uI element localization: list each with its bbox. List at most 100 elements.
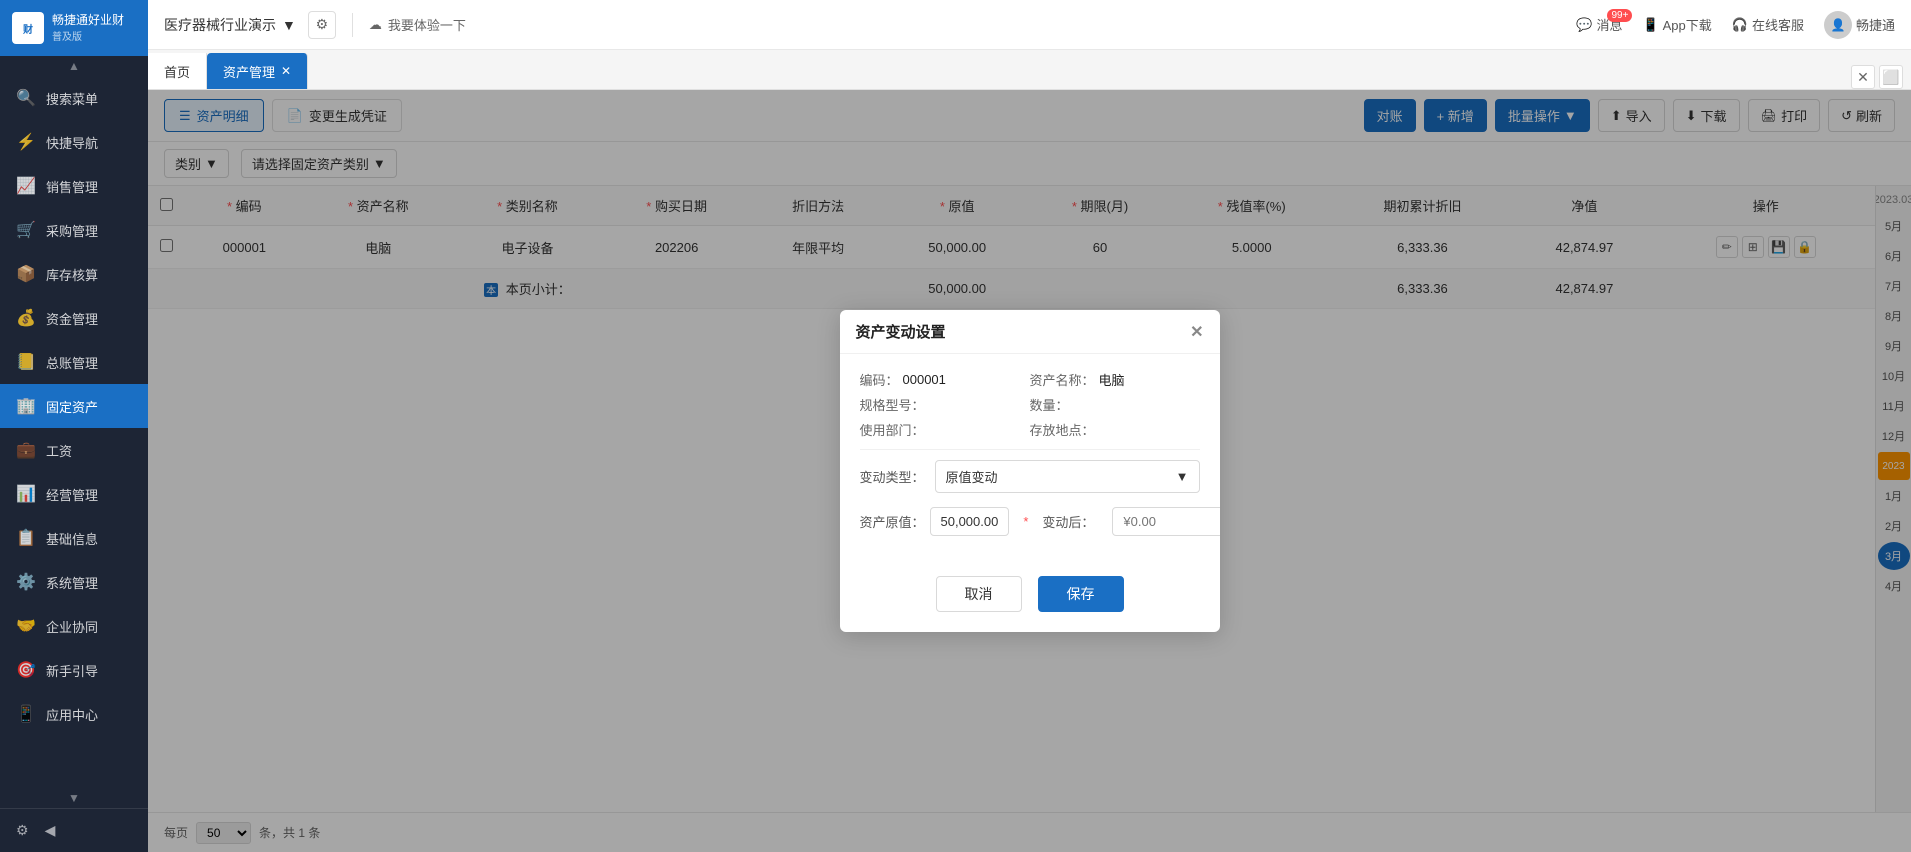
cancel-label: 取消 <box>965 586 993 602</box>
sidebar-item-guide[interactable]: 🎯 新手引导 <box>0 648 148 692</box>
tab-close-icon[interactable]: ✕ <box>281 64 291 78</box>
guide-icon: 🎯 <box>16 660 36 680</box>
sidebar-item-label: 企业协同 <box>46 617 98 636</box>
dialog-code-value: 000001 <box>903 372 946 387</box>
sidebar-item-collab[interactable]: 🤝 企业协同 <box>0 604 148 648</box>
tab-home-label: 首页 <box>164 62 190 81</box>
dialog-change-type-input[interactable]: 原值变动 ▼ <box>935 460 1200 493</box>
sidebar-item-label: 应用中心 <box>46 705 98 724</box>
dialog-code-label: 编码： <box>860 370 899 389</box>
customer-service-button[interactable]: 🎧 在线客服 <box>1732 15 1804 34</box>
dialog-asset-name-value: 电脑 <box>1099 370 1125 389</box>
gear-icon: ⚙ <box>316 16 329 33</box>
dialog-code-cell: 编码： 000001 <box>860 370 1030 389</box>
sales-icon: 📈 <box>16 176 36 196</box>
tab-home[interactable]: 首页 <box>148 53 207 89</box>
dialog-dept-label: 使用部门： <box>860 420 925 439</box>
sidebar-item-ops[interactable]: 📊 经营管理 <box>0 472 148 516</box>
scroll-down-arrow[interactable]: ▼ <box>0 788 148 808</box>
tabbar-actions: ✕ ⬜ <box>1851 65 1911 89</box>
dialog-change-type-label: 变动类型： <box>860 467 925 486</box>
sidebar-item-label: 新手引导 <box>46 661 98 680</box>
dialog-close-button[interactable]: ✕ <box>1190 322 1203 342</box>
collapse-icon[interactable]: ◀ <box>45 822 56 839</box>
sidebar-item-label: 资金管理 <box>46 309 98 328</box>
purchase-icon: 🛒 <box>16 220 36 240</box>
ledger-icon: 📒 <box>16 352 36 372</box>
sidebar-item-label: 基础信息 <box>46 529 98 548</box>
dialog-footer: 取消 保存 <box>840 566 1220 632</box>
quick-icon: ⚡ <box>16 132 36 152</box>
company-name: 医疗器械行业演示 <box>164 15 276 35</box>
save-label: 保存 <box>1067 586 1095 602</box>
sidebar-item-quick[interactable]: ⚡ 快捷导航 <box>0 120 148 164</box>
system-icon: ⚙️ <box>16 572 36 592</box>
dialog-after-input[interactable] <box>1112 507 1219 536</box>
ops-icon: 📊 <box>16 484 36 504</box>
dialog-info-row-2: 规格型号： 数量： <box>860 395 1200 414</box>
app-download-button[interactable]: 📱 App下载 <box>1642 15 1711 34</box>
sidebar-item-apps[interactable]: 📱 应用中心 <box>0 692 148 736</box>
dialog-body: 编码： 000001 资产名称： 电脑 规格型号： <box>840 354 1220 566</box>
dialog-change-type-row: 变动类型： 原值变动 ▼ <box>860 460 1200 493</box>
sidebar-logo: 财 畅捷通好业财 普及版 <box>0 0 148 56</box>
sidebar-item-label: 库存核算 <box>46 265 98 284</box>
sidebar-item-purchase[interactable]: 🛒 采购管理 <box>0 208 148 252</box>
wage-icon: 💼 <box>16 440 36 460</box>
dialog-asset-name-cell: 资产名称： 电脑 <box>1030 370 1200 389</box>
topbar-settings-button[interactable]: ⚙ <box>308 11 336 39</box>
sidebar-item-stock[interactable]: 📦 库存核算 <box>0 252 148 296</box>
sidebar-item-label: 搜索菜单 <box>46 89 98 108</box>
notification-button[interactable]: 💬 消息 99+ <box>1576 15 1622 34</box>
company-selector[interactable]: 医疗器械行业演示 ▼ <box>164 15 296 35</box>
dialog-save-button[interactable]: 保存 <box>1038 576 1124 612</box>
scroll-up-arrow[interactable]: ▲ <box>0 56 148 76</box>
topbar: 医疗器械行业演示 ▼ ⚙ ☁ 我要体验一下 💬 消息 99+ 📱 App下载 🎧… <box>148 0 1911 50</box>
sidebar-item-system[interactable]: ⚙️ 系统管理 <box>0 560 148 604</box>
dialog-original-value-row: 资产原值： 50,000.00 * 变动后： <box>860 507 1200 536</box>
sidebar-item-ledger[interactable]: 📒 总账管理 <box>0 340 148 384</box>
user-menu[interactable]: 👤 畅捷通 <box>1824 11 1895 39</box>
sidebar-item-label: 经营管理 <box>46 485 98 504</box>
logo-sub: 普及版 <box>52 28 124 43</box>
headset-icon: 🎧 <box>1732 17 1748 33</box>
dialog-location-label: 存放地点： <box>1030 420 1095 439</box>
dialog-info-row-3: 使用部门： 存放地点： <box>860 420 1200 439</box>
sidebar-item-basic[interactable]: 📋 基础信息 <box>0 516 148 560</box>
message-icon: 💬 <box>1576 17 1592 33</box>
basic-icon: 📋 <box>16 528 36 548</box>
sidebar: 财 畅捷通好业财 普及版 ▲ 🔍 搜索菜单 ⚡ 快捷导航 📈 销售管理 🛒 采购… <box>0 0 148 852</box>
notification-badge: 99+ <box>1607 9 1632 22</box>
sidebar-item-label: 总账管理 <box>46 353 98 372</box>
dialog-divider <box>860 449 1200 450</box>
experience-link[interactable]: ☁ 我要体验一下 <box>369 15 466 34</box>
maximize-button[interactable]: ⬜ <box>1879 65 1903 89</box>
sidebar-item-wage[interactable]: 💼 工资 <box>0 428 148 472</box>
dialog-info-row-1: 编码： 000001 资产名称： 电脑 <box>860 370 1200 389</box>
tab-asset[interactable]: 资产管理 ✕ <box>207 53 308 89</box>
settings-icon[interactable]: ⚙ <box>16 822 29 839</box>
sidebar-item-search[interactable]: 🔍 搜索菜单 <box>0 76 148 120</box>
username: 畅捷通 <box>1856 15 1895 34</box>
dialog-asset-name-label: 资产名称： <box>1030 370 1095 389</box>
sidebar-item-label: 销售管理 <box>46 177 98 196</box>
topbar-divider <box>352 13 353 37</box>
dialog-cancel-button[interactable]: 取消 <box>936 576 1022 612</box>
close-window-button[interactable]: ✕ <box>1851 65 1875 89</box>
required-star: * <box>1023 514 1028 529</box>
dialog-dept-cell: 使用部门： <box>860 420 1030 439</box>
original-value: 50,000.00 <box>941 514 999 529</box>
tab-asset-label: 资产管理 <box>223 62 275 81</box>
avatar: 👤 <box>1824 11 1852 39</box>
dialog-header: 资产变动设置 ✕ <box>840 310 1220 354</box>
sidebar-item-sales[interactable]: 📈 销售管理 <box>0 164 148 208</box>
sidebar-item-funds[interactable]: 💰 资金管理 <box>0 296 148 340</box>
dialog-title: 资产变动设置 <box>856 321 946 342</box>
change-type-value: 原值变动 <box>946 467 998 486</box>
apps-icon: 📱 <box>16 704 36 724</box>
logo-text: 畅捷通好业财 <box>52 13 124 29</box>
sidebar-item-fixed[interactable]: 🏢 固定资产 <box>0 384 148 428</box>
dialog-location-cell: 存放地点： <box>1030 420 1200 439</box>
asset-change-dialog: 资产变动设置 ✕ 编码： 000001 资产名称： 电脑 <box>840 310 1220 632</box>
tabbar: 首页 资产管理 ✕ ✕ ⬜ <box>148 50 1911 90</box>
